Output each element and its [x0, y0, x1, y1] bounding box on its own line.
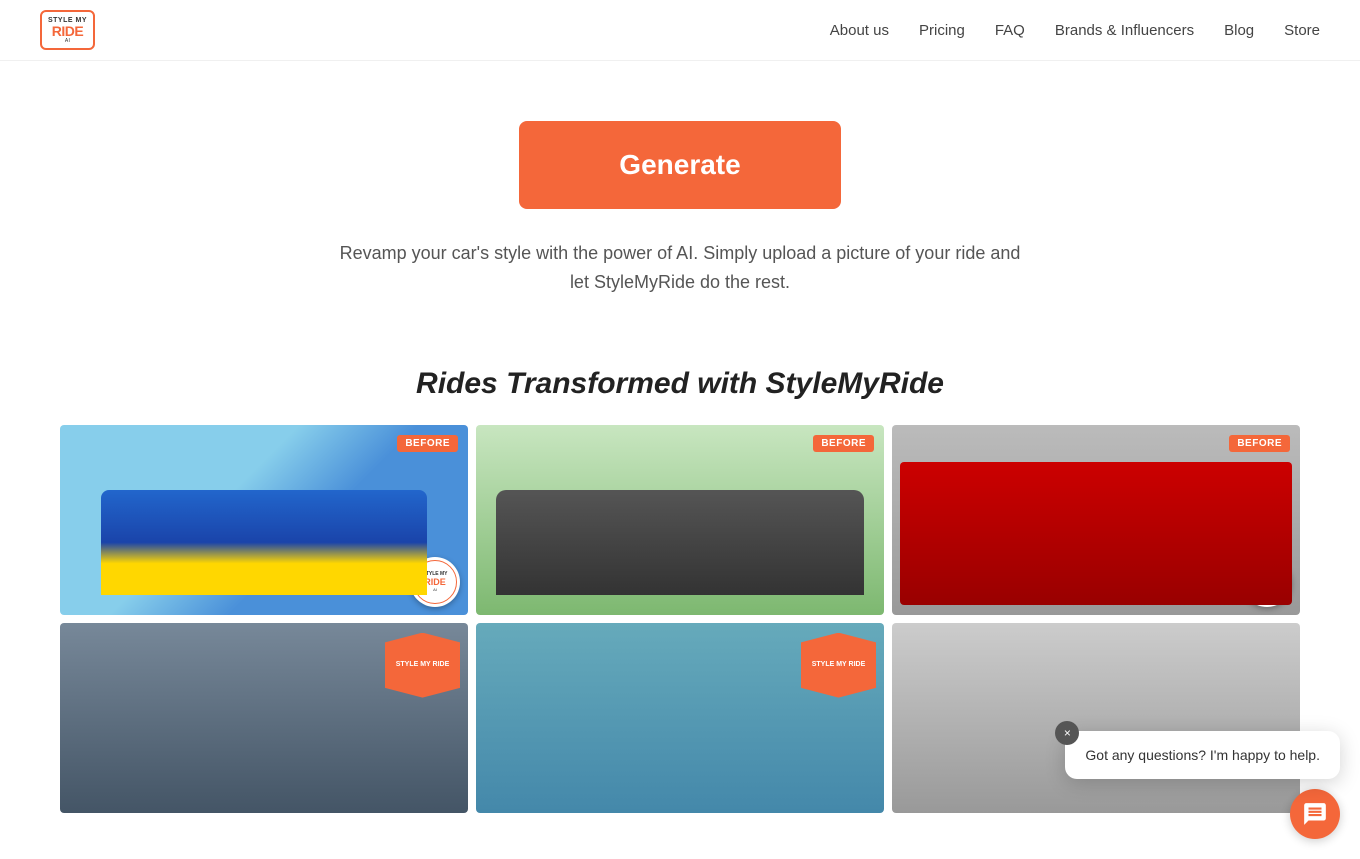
nav-blog[interactable]: Blog [1224, 22, 1254, 39]
chat-icon [1302, 801, 1328, 827]
nav-brands[interactable]: Brands & Influencers [1055, 22, 1194, 39]
logo[interactable]: STYLE MY RIDE AI [40, 10, 95, 50]
smr-watermark: STYLE MY RIDE AI [410, 557, 460, 607]
generate-button[interactable]: Generate [519, 121, 840, 209]
logo-ride-text: RIDE [52, 24, 83, 38]
gallery-title: Rides Transformed with StyleMyRide [60, 367, 1300, 401]
smr-watermark: STYLE MY RIDE AI [1242, 557, 1292, 607]
chat-widget: × Got any questions? I'm happy to help. [1065, 731, 1340, 839]
gallery-item[interactable]: BEFORE STYLE MY RIDE AI [60, 425, 468, 615]
nav-store[interactable]: Store [1284, 22, 1320, 39]
chat-open-button[interactable] [1290, 789, 1340, 839]
gallery-item[interactable]: BEFORE [476, 425, 884, 615]
gallery-item[interactable]: STYLE MY RIDE [476, 623, 884, 813]
nav-faq[interactable]: FAQ [995, 22, 1025, 39]
nav-about[interactable]: About us [830, 22, 889, 39]
style-my-ride-sticker: STYLE MY RIDE [801, 633, 876, 698]
nav-pricing[interactable]: Pricing [919, 22, 965, 39]
hero-section: Generate Revamp your car's style with th… [0, 61, 1360, 357]
header: STYLE MY RIDE AI About us Pricing FAQ Br… [0, 0, 1360, 61]
hero-description: Revamp your car's style with the power o… [330, 239, 1030, 297]
gallery-item[interactable]: STYLE MY RIDE [60, 623, 468, 813]
before-badge: BEFORE [813, 435, 874, 452]
logo-box: STYLE MY RIDE AI [40, 10, 95, 50]
chat-message: Got any questions? I'm happy to help. [1085, 747, 1320, 763]
style-my-ride-sticker: STYLE MY RIDE [385, 633, 460, 698]
before-badge: BEFORE [1229, 435, 1290, 452]
main-nav: About us Pricing FAQ Brands & Influencer… [830, 22, 1320, 39]
gallery-item[interactable]: BEFORE STYLE MY RIDE AI [892, 425, 1300, 615]
chat-bubble: Got any questions? I'm happy to help. [1065, 731, 1340, 779]
logo-sub-text: AI [65, 38, 70, 44]
before-badge: BEFORE [397, 435, 458, 452]
